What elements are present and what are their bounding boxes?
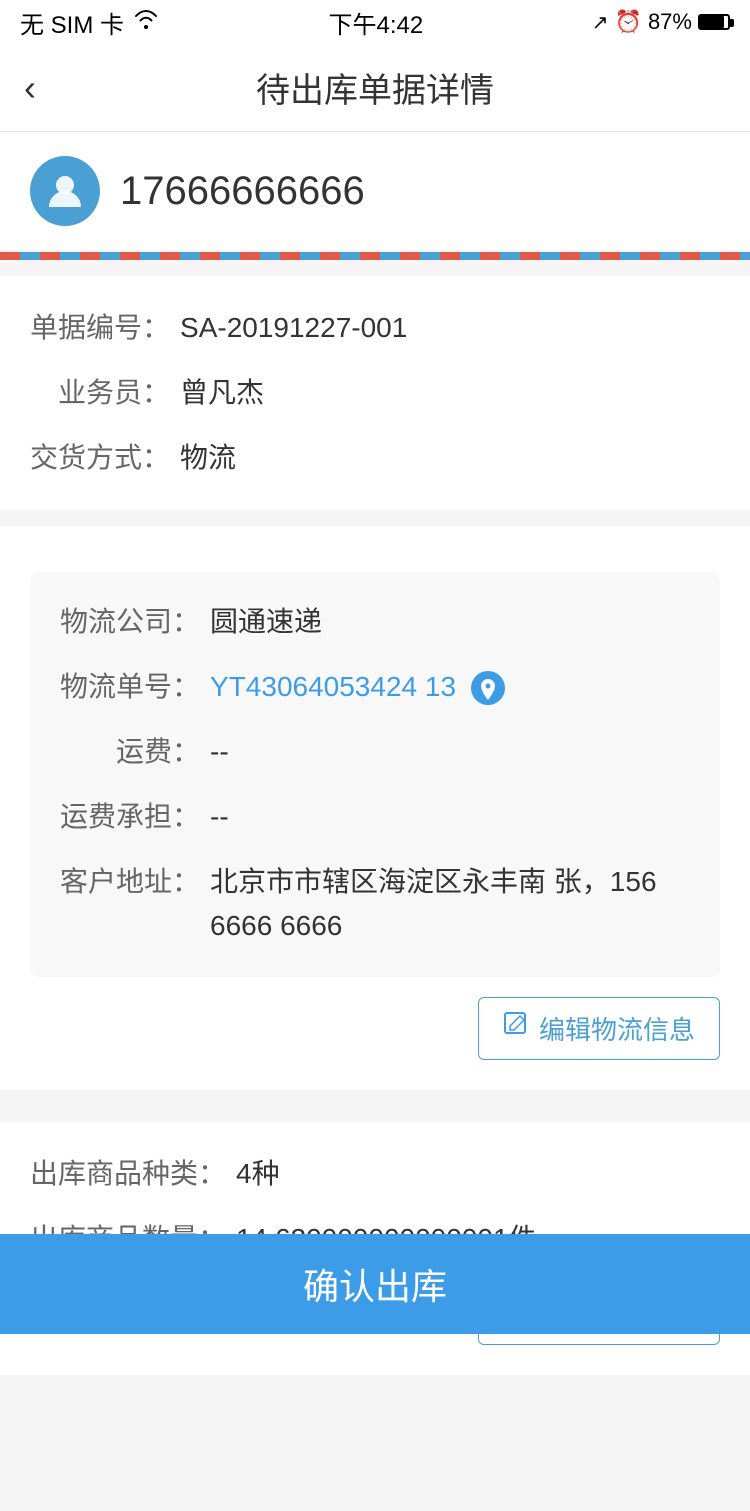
confirm-label: 确认出库 <box>303 1258 447 1310</box>
address-value: 北京市市辖区海淀区永丰南 张，156 6666 6666 <box>210 860 690 950</box>
status-right: ↗ ⏰ 87% <box>592 9 730 35</box>
dashed-divider <box>0 252 750 260</box>
address-label: 客户地址： <box>60 860 200 905</box>
tracking-no-row: 物流单号： YT43064053424 13 <box>60 665 690 710</box>
sales-person-row: 业务员： 曾凡杰 <box>30 371 720 416</box>
address-row: 客户地址： 北京市市辖区海淀区永丰南 张，156 6666 6666 <box>60 860 690 950</box>
location-icon[interactable] <box>468 668 508 708</box>
logistics-company-label: 物流公司： <box>60 600 200 645</box>
goods-category-value: 4种 <box>236 1152 720 1197</box>
edit-icon <box>503 1011 531 1046</box>
tracking-no-value: YT43064053424 13 <box>210 665 690 710</box>
logistics-company-row: 物流公司： 圆通速递 <box>60 600 690 645</box>
order-no-value: SA-20191227-001 <box>180 306 720 351</box>
carrier-text: 无 SIM 卡 <box>20 5 124 40</box>
delivery-method-row: 交货方式： 物流 <box>30 436 720 481</box>
edit-logistics-label: 编辑物流信息 <box>539 1010 695 1047</box>
goods-category-label: 出库商品种类： <box>30 1152 226 1197</box>
battery-text: 87% <box>648 9 692 35</box>
time-text: 下午4:42 <box>329 5 424 40</box>
nav-bar: ‹ 待出库单据详情 <box>0 44 750 132</box>
user-phone: 17666666666 <box>120 169 365 214</box>
status-left: 无 SIM 卡 <box>20 5 160 40</box>
goods-category-row: 出库商品种类： 4种 <box>30 1152 720 1197</box>
page-title: 待出库单据详情 <box>256 63 494 112</box>
freight-bearer-label: 运费承担： <box>60 795 200 840</box>
wifi-icon <box>132 8 160 37</box>
section-divider <box>0 1090 750 1106</box>
back-button[interactable]: ‹ <box>24 67 36 109</box>
order-no-label: 单据编号： <box>30 306 170 351</box>
edit-logistics-button[interactable]: 编辑物流信息 <box>478 997 720 1060</box>
sales-person-value: 曾凡杰 <box>180 371 720 416</box>
delivery-method-value: 物流 <box>180 436 720 481</box>
freight-row: 运费： -- <box>60 730 690 775</box>
delivery-method-label: 交货方式： <box>30 436 170 481</box>
confirm-button[interactable]: 确认出库 <box>0 1234 750 1334</box>
edit-logistics-btn-container: 编辑物流信息 <box>30 997 720 1060</box>
basic-info-section: 单据编号： SA-20191227-001 业务员： 曾凡杰 交货方式： 物流 <box>0 276 750 510</box>
location-icon: ↗ <box>592 10 609 35</box>
user-header: 17666666666 <box>0 132 750 250</box>
sales-person-label: 业务员： <box>30 371 170 416</box>
logistics-card: 物流公司： 圆通速递 物流单号： YT43064053424 13 运费： --… <box>30 572 720 977</box>
freight-bearer-row: 运费承担： -- <box>60 795 690 840</box>
logistics-company-value: 圆通速递 <box>210 600 690 645</box>
freight-bearer-value: -- <box>210 795 690 840</box>
battery-icon <box>698 14 730 30</box>
freight-value: -- <box>210 730 690 775</box>
tracking-no-label: 物流单号： <box>60 665 200 710</box>
status-bar: 无 SIM 卡 下午4:42 ↗ ⏰ 87% <box>0 0 750 44</box>
freight-label: 运费： <box>60 730 200 775</box>
avatar <box>30 156 100 226</box>
order-no-row: 单据编号： SA-20191227-001 <box>30 306 720 351</box>
logistics-section: 物流公司： 圆通速递 物流单号： YT43064053424 13 运费： --… <box>0 526 750 1090</box>
alarm-icon: ⏰ <box>615 9 642 35</box>
